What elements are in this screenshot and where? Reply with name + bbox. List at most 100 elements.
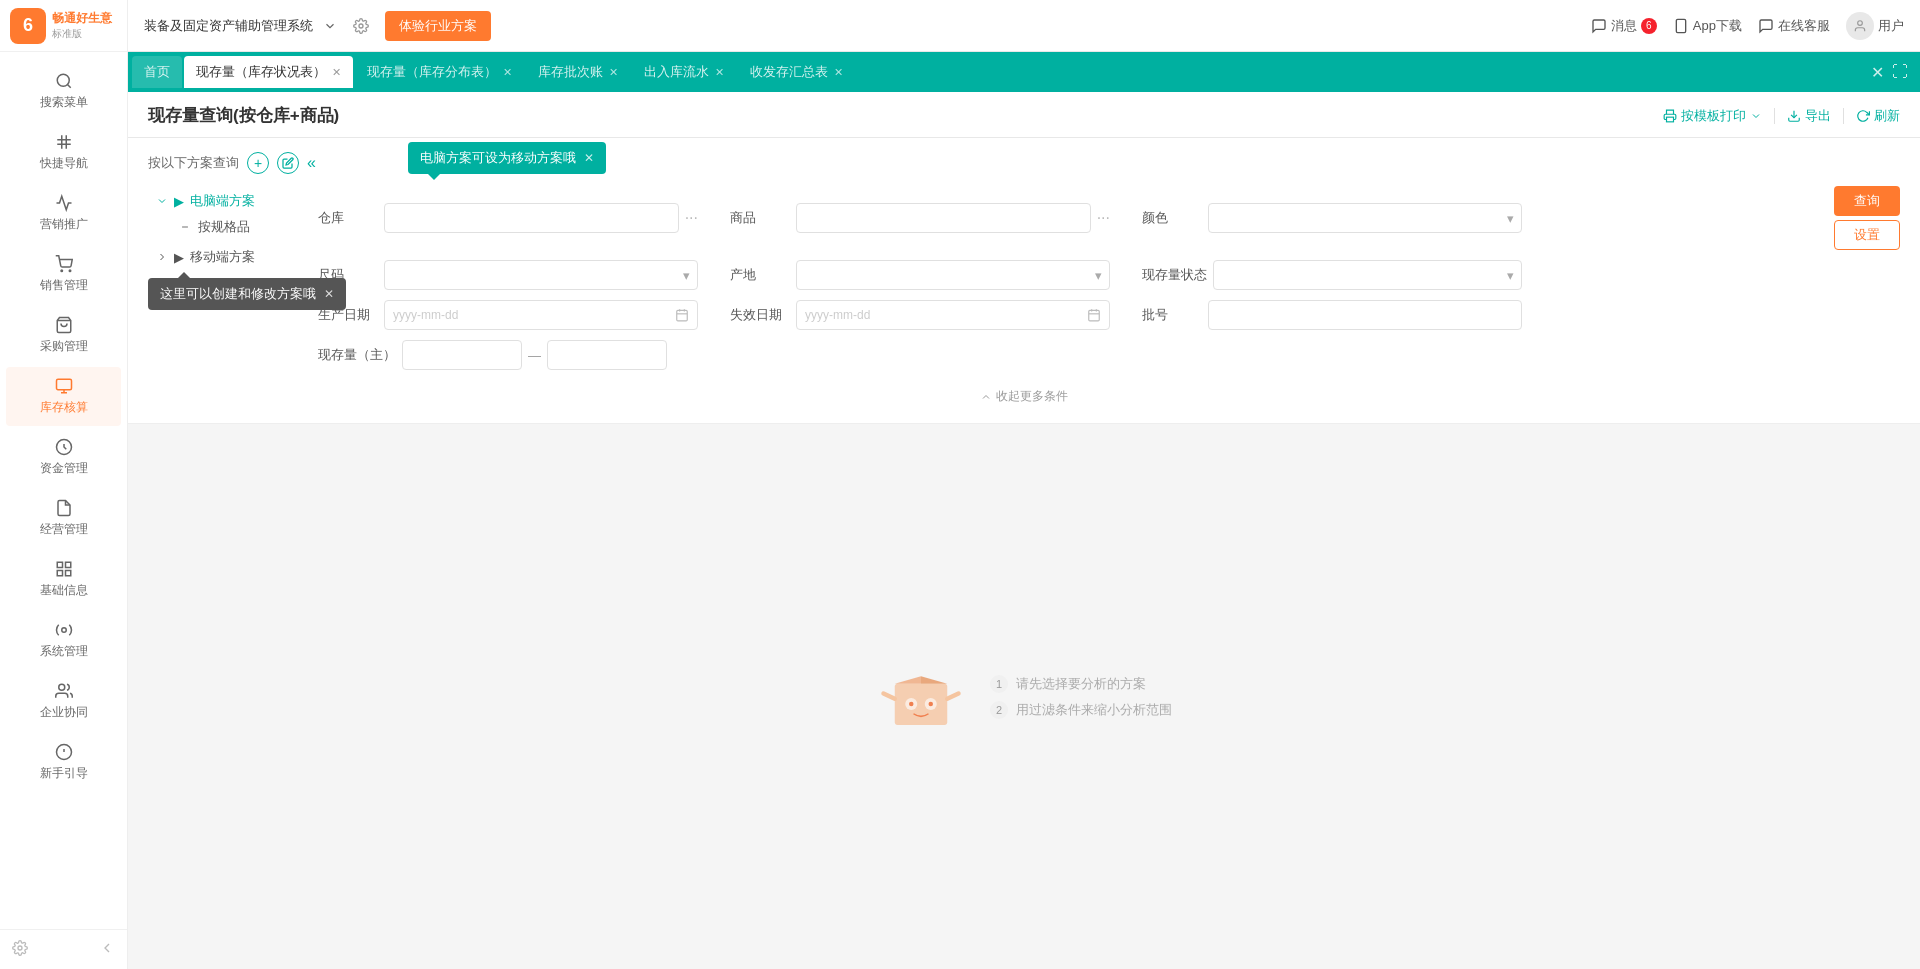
tab-batch[interactable]: 库存批次账 ✕: [526, 56, 630, 88]
size-field: 尺码 ▾: [318, 260, 698, 290]
tab-fullscreen[interactable]: ⛶: [1892, 63, 1908, 81]
sidebar-item-basics[interactable]: 基础信息: [6, 550, 121, 609]
qty-main-to[interactable]: [547, 340, 667, 370]
filter-edit-btn[interactable]: [277, 152, 299, 174]
sidebar-item-system[interactable]: 系统管理: [6, 611, 121, 670]
svg-rect-18: [1667, 117, 1674, 122]
svg-rect-7: [65, 562, 70, 567]
sidebar-item-marketing[interactable]: 营销推广: [6, 184, 121, 243]
filter-arrow-btn[interactable]: «: [307, 154, 316, 172]
tab-inventory-status[interactable]: 现存量（库存状况表） ✕: [184, 56, 353, 88]
collapse-sidebar-btn[interactable]: [99, 940, 115, 959]
print-icon: [1663, 109, 1677, 123]
chevron-right-icon: [156, 251, 168, 263]
batch-no-label: 批号: [1142, 306, 1202, 324]
filter-add-btn[interactable]: +: [247, 152, 269, 174]
scheme-sub-item-0[interactable]: 按规格品: [172, 214, 263, 240]
color-select[interactable]: [1208, 203, 1522, 233]
size-select[interactable]: [384, 260, 698, 290]
page-header: 现存量查询(按仓库+商品) 按模板打印 导出 刷新: [128, 92, 1920, 138]
app-label: App下载: [1693, 17, 1742, 35]
expire-date-input[interactable]: yyyy-mm-dd: [796, 300, 1110, 330]
export-btn[interactable]: 导出: [1787, 107, 1831, 125]
tab-close-btn[interactable]: ✕: [609, 66, 618, 79]
sidebar-item-label: 系统管理: [40, 643, 88, 660]
svg-rect-21: [677, 310, 688, 321]
empty-tips: 1 请先选择要分析的方案 2 用过滤条件来缩小分析范围: [990, 675, 1172, 719]
qty-main-from[interactable]: [402, 340, 522, 370]
inv-status-select[interactable]: [1213, 260, 1522, 290]
sidebar-item-finance[interactable]: 资金管理: [6, 428, 121, 487]
batch-no-input[interactable]: [1208, 300, 1522, 330]
system-dropdown[interactable]: [323, 19, 337, 33]
main-area: 装备及固定资产辅助管理系统 体验行业方案 消息 6 App下载 在线客服: [128, 0, 1920, 969]
header-right: 消息 6 App下载 在线客服 用户: [1591, 12, 1904, 40]
page-title: 现存量查询(按仓库+商品): [148, 104, 339, 127]
sidebar-bottom: [0, 929, 127, 969]
color-label: 颜色: [1142, 209, 1202, 227]
sidebar-item-sales[interactable]: 销售管理: [6, 245, 121, 304]
app-action[interactable]: App下载: [1673, 17, 1742, 35]
tab-inout[interactable]: 出入库流水 ✕: [632, 56, 736, 88]
scheme-desktop[interactable]: ▶ 电脑端方案: [148, 188, 263, 214]
scheme-mobile-icon: ▶: [174, 250, 184, 265]
scheme-mobile[interactable]: ▶ 移动端方案: [148, 244, 263, 270]
goods-dots-btn[interactable]: ···: [1097, 209, 1110, 227]
empty-content: 1 请先选择要分析的方案 2 用过滤条件来缩小分析范围: [876, 650, 1172, 743]
tab-close-btn[interactable]: ✕: [834, 66, 843, 79]
tab-bar-actions: ✕ ⛶: [1871, 63, 1916, 82]
industry-btn[interactable]: 体验行业方案: [385, 11, 491, 41]
warehouse-dots-btn[interactable]: ···: [685, 209, 698, 227]
tab-home[interactable]: 首页: [132, 56, 182, 88]
tooltip2-close-btn[interactable]: ✕: [324, 287, 334, 301]
user-action[interactable]: 用户: [1846, 12, 1904, 40]
chevron-down-icon2: [156, 195, 168, 207]
sidebar-item-operations[interactable]: 经营管理: [6, 489, 121, 548]
tooltip-close-btn[interactable]: ✕: [584, 151, 594, 165]
chevron-down-icon: [323, 19, 337, 33]
svg-point-17: [1858, 20, 1863, 25]
sidebar-item-inventory[interactable]: 库存核算: [6, 367, 121, 426]
settings-btn[interactable]: [12, 940, 28, 959]
template-print-btn[interactable]: 按模板打印: [1663, 107, 1762, 125]
svg-point-10: [61, 628, 66, 633]
filter-rows-container: 仓库 ··· 商品 ··· 颜色 ▾: [318, 186, 1900, 370]
sidebar-item-label: 企业协同: [40, 704, 88, 721]
tab-inventory-dist[interactable]: 现存量（库存分布表） ✕: [355, 56, 524, 88]
origin-field: 产地 ▾: [730, 260, 1110, 290]
scheme-sub-items: 按规格品: [148, 214, 263, 240]
gear-btn[interactable]: [347, 12, 375, 40]
tab-collect[interactable]: 收发存汇总表 ✕: [738, 56, 855, 88]
message-action[interactable]: 消息 6: [1591, 17, 1657, 35]
tab-close-btn[interactable]: ✕: [332, 66, 341, 79]
svg-point-33: [929, 702, 934, 707]
sidebar-item-purchase[interactable]: 采购管理: [6, 306, 121, 365]
search-button[interactable]: 查询: [1834, 186, 1900, 216]
setting-button[interactable]: 设置: [1834, 220, 1900, 250]
svg-point-1: [61, 270, 63, 272]
divider: [1774, 108, 1775, 124]
tab-close-btn[interactable]: ✕: [715, 66, 724, 79]
support-action[interactable]: 在线客服: [1758, 17, 1830, 35]
sidebar-item-guide[interactable]: 新手引导: [6, 733, 121, 792]
collapse-btn[interactable]: 收起更多条件: [148, 380, 1900, 409]
system-title: 装备及固定资产辅助管理系统: [144, 17, 313, 35]
origin-select[interactable]: [796, 260, 1110, 290]
refresh-btn[interactable]: 刷新: [1856, 107, 1900, 125]
warehouse-input[interactable]: [384, 203, 679, 233]
message-icon: [1591, 18, 1607, 34]
sidebar-item-label: 搜索菜单: [40, 94, 88, 111]
filter-label-row: 按以下方案查询 + « 电脑方案可设为移动方案哦 ✕: [148, 152, 1900, 174]
sidebar-item-search[interactable]: 搜索菜单: [6, 62, 121, 121]
tab-close-all[interactable]: ✕: [1871, 63, 1884, 82]
sidebar-item-quicknav[interactable]: 快捷导航: [6, 123, 121, 182]
tab-label: 出入库流水: [644, 63, 709, 81]
filter-label: 按以下方案查询: [148, 154, 239, 172]
tab-close-btn[interactable]: ✕: [503, 66, 512, 79]
gear-icon: [353, 18, 369, 34]
sidebar-item-enterprise[interactable]: 企业协同: [6, 672, 121, 731]
calendar-icon: [675, 308, 689, 322]
goods-input[interactable]: [796, 203, 1091, 233]
produce-date-input[interactable]: yyyy-mm-dd: [384, 300, 698, 330]
support-icon: [1758, 18, 1774, 34]
